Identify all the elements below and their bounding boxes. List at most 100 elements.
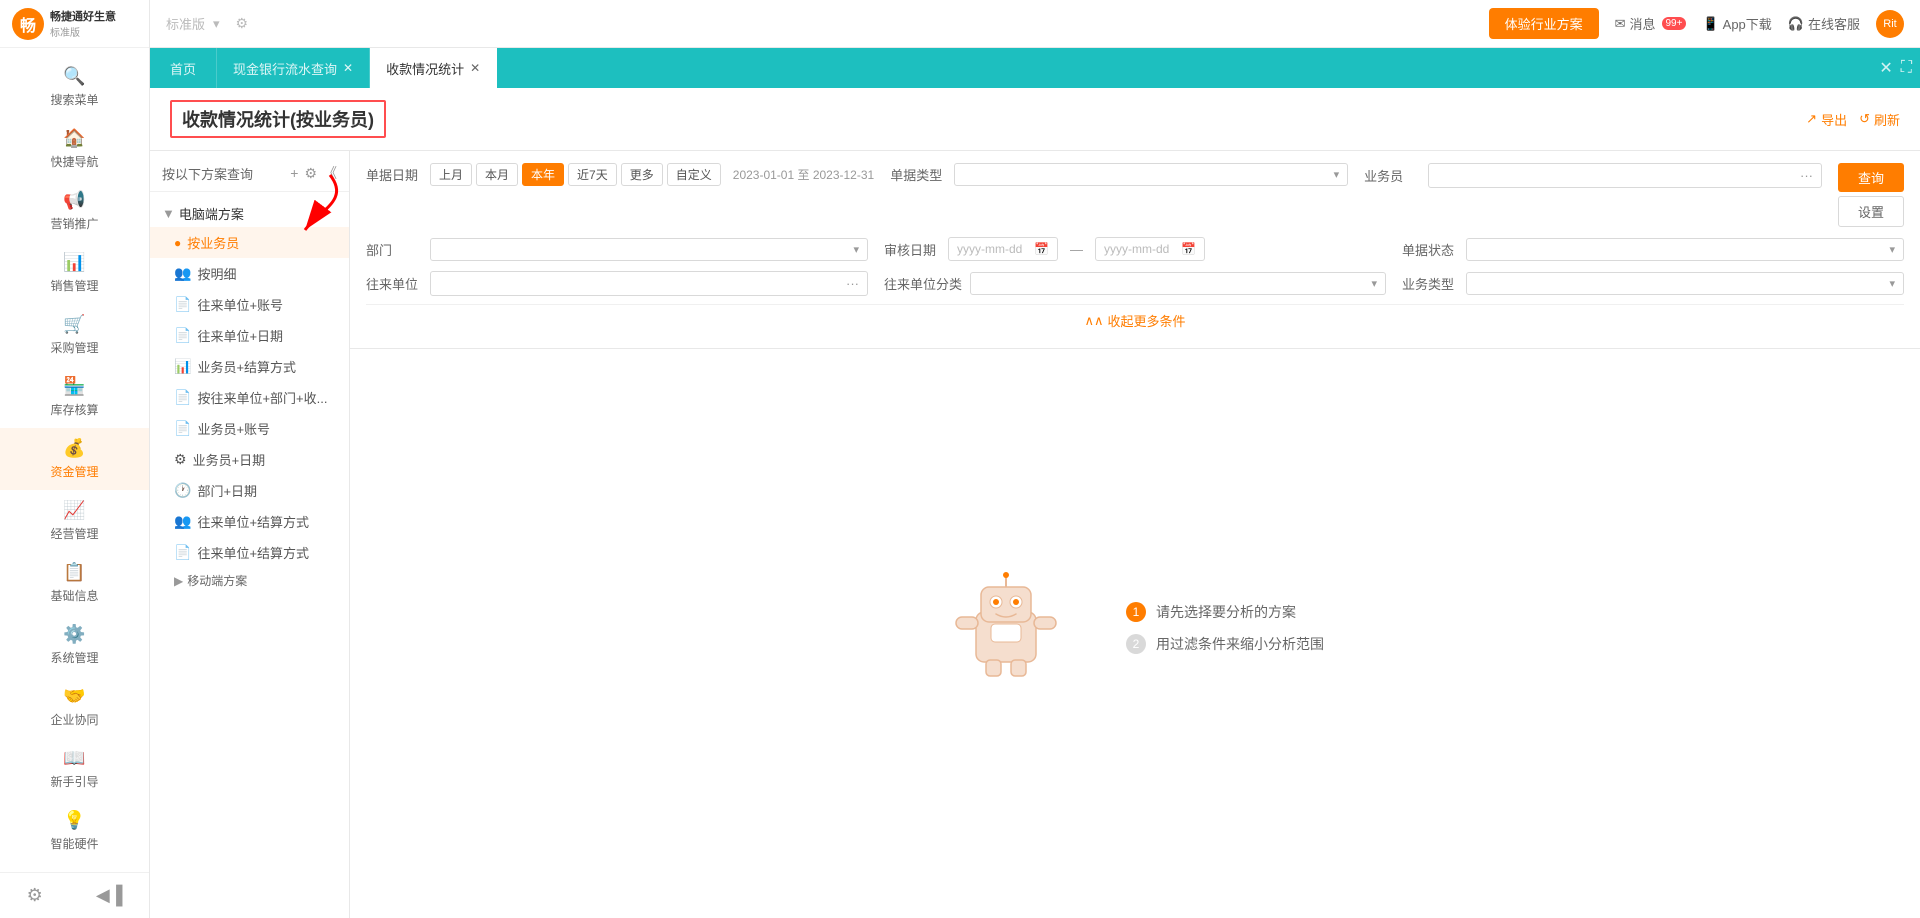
footer-settings-btn[interactable]: ⚙ — [27, 885, 43, 906]
sidebar-item-operation[interactable]: 📈 经营管理 — [0, 490, 149, 552]
page-content: 收款情况统计(按业务员) ↗ 导出 ↺ 刷新 按以下方案查询 — [150, 88, 1920, 918]
tree-item-dept-date[interactable]: 🕐 部门+日期 — [150, 475, 349, 506]
logo-area: 畅 畅捷通好生意 标准版 — [0, 0, 149, 48]
refresh-button[interactable]: ↺ 刷新 — [1859, 110, 1900, 129]
three-dots-partner[interactable]: ··· — [846, 276, 859, 291]
date-btn-this-year[interactable]: 本年 — [522, 163, 564, 186]
doc-type-filter-group: 单据类型 ▾ — [890, 163, 1348, 186]
empty-state: 1 请先选择要分析的方案 2 用过滤条件来缩小分析范围 — [350, 349, 1920, 918]
mobile-section-header[interactable]: ▶ 移动端方案 — [150, 568, 349, 593]
audit-date-start[interactable]: yyyy-mm-dd 📅 — [948, 237, 1058, 261]
sidebar-item-capital[interactable]: 💰 资金管理 — [0, 428, 149, 490]
date-label: 单据日期 — [366, 165, 422, 184]
tab-bank-label: 现金银行流水查询 — [233, 59, 337, 78]
date-btn-more[interactable]: 更多 — [621, 163, 663, 186]
refresh-icon: ↺ — [1859, 111, 1870, 127]
sidebar-item-system[interactable]: ⚙️ 系统管理 — [0, 614, 149, 676]
tab-bank-close[interactable]: ✕ — [343, 61, 353, 75]
tree-item-partner-settle1[interactable]: 👥 往来单位+结算方式 — [150, 506, 349, 537]
collapse-more-btn[interactable]: ∧∧ 收起更多条件 — [366, 304, 1904, 336]
tab-bar: 首页 现金银行流水查询 ✕ 收款情况统计 ✕ ✕ ⛶ — [150, 48, 1920, 88]
tree-item-by-staff[interactable]: ● 按业务员 — [150, 227, 349, 258]
tree-item-partner-settle2[interactable]: 📄 往来单位+结算方式 — [150, 537, 349, 568]
breadcrumb-path: 标准版 — [166, 14, 205, 33]
export-button[interactable]: ↗ 导出 — [1806, 110, 1847, 129]
tab-home-label: 首页 — [170, 59, 196, 78]
marketing-icon: 📢 — [63, 190, 85, 211]
tree-item-staff-settle[interactable]: 📊 业务员+结算方式 — [150, 351, 349, 382]
partner-settle1-icon: 👥 — [174, 513, 191, 530]
sidebar-item-sales[interactable]: 📊 销售管理 — [0, 242, 149, 304]
partner-input[interactable]: ··· — [430, 271, 868, 296]
tab-home[interactable]: 首页 — [150, 48, 217, 88]
biz-type-select[interactable]: ▾ — [1466, 272, 1904, 295]
left-panel-title: 按以下方案查询 — [162, 164, 253, 183]
dept-select[interactable]: ▾ — [430, 238, 868, 261]
partner-category-arrow: ▾ — [1371, 277, 1377, 290]
staff-select[interactable]: ··· — [1428, 163, 1822, 188]
pc-section-header[interactable]: ▼ 电脑端方案 — [150, 200, 349, 227]
sidebar-item-wechat[interactable]: 💬 企业微信 — [0, 862, 149, 872]
sidebar-item-quicknav[interactable]: 🏠 快捷导航 — [0, 118, 149, 180]
page-title-box: 收款情况统计(按业务员) — [170, 100, 386, 138]
three-dots-staff[interactable]: ··· — [1800, 168, 1813, 183]
sidebar-item-search[interactable]: 🔍 搜索菜单 — [0, 56, 149, 118]
settings-button[interactable]: 设置 — [1838, 196, 1904, 227]
dept-date-icon: 🕐 — [174, 482, 191, 499]
doc-status-select[interactable]: ▾ — [1466, 238, 1904, 261]
trial-button[interactable]: 体验行业方案 — [1489, 8, 1599, 39]
footer-collapse-btn[interactable]: ◀▐ — [96, 885, 123, 906]
add-scheme-btn[interactable]: + — [290, 165, 298, 181]
audit-date-filter-group: 审核日期 yyyy-mm-dd 📅 — yyyy-mm-dd 📅 — [884, 237, 1386, 261]
gear-settings-icon[interactable]: ⚙ — [236, 15, 249, 32]
date-btn-7days[interactable]: 近7天 — [568, 163, 617, 186]
panel-collapse-btn[interactable]: 《 — [323, 163, 337, 183]
tree-item-staff-date[interactable]: ⚙ 业务员+日期 — [150, 444, 349, 475]
main-area: 标准版 ▾ ⚙ 体验行业方案 ✉ 消息 99+ 📱 App下载 🎧 在线客服 — [150, 0, 1920, 918]
sidebar-item-inventory[interactable]: 🏪 库存核算 — [0, 366, 149, 428]
tree-item-staff-account[interactable]: 📄 业务员+账号 — [150, 413, 349, 444]
partner-category-select[interactable]: ▾ — [970, 272, 1386, 295]
date-btn-custom[interactable]: 自定义 — [667, 163, 721, 186]
query-button[interactable]: 查询 — [1838, 163, 1904, 192]
filter-action-buttons: 查询 设置 — [1838, 163, 1904, 227]
sidebar-item-basic[interactable]: 📋 基础信息 — [0, 552, 149, 614]
sidebar-item-guide[interactable]: 📖 新手引导 — [0, 738, 149, 800]
sidebar-item-hardware[interactable]: 💡 智能硬件 — [0, 800, 149, 862]
tree-item-partner-dept-recv[interactable]: 📄 按往来单位+部门+收... — [150, 382, 349, 413]
tree-item-by-detail[interactable]: 👥 按明细 — [150, 258, 349, 289]
purchase-icon: 🛒 — [63, 314, 85, 335]
user-avatar[interactable]: Rit — [1876, 10, 1904, 38]
date-btn-this-month[interactable]: 本月 — [476, 163, 518, 186]
date-btn-last-month[interactable]: 上月 — [430, 163, 472, 186]
staff-settle-icon: 📊 — [174, 358, 191, 375]
online-service-item[interactable]: 🎧 在线客服 — [1788, 14, 1860, 33]
logo-text: 畅捷通好生意 标准版 — [50, 8, 116, 39]
message-item[interactable]: ✉ 消息 99+ — [1615, 14, 1687, 33]
page-title: 收款情况统计(按业务员) — [182, 110, 374, 130]
filter-area: 单据日期 上月 本月 本年 近7天 更多 自定义 2023-01-01 至 20… — [350, 151, 1920, 349]
sidebar-item-marketing[interactable]: 📢 营销推广 — [0, 180, 149, 242]
audit-date-end[interactable]: yyyy-mm-dd 📅 — [1095, 237, 1205, 261]
empty-steps: 1 请先选择要分析的方案 2 用过滤条件来缩小分析范围 — [1126, 602, 1324, 666]
sidebar-item-enterprise[interactable]: 🤝 企业协同 — [0, 676, 149, 738]
tab-receipt[interactable]: 收款情况统计 ✕ — [370, 48, 497, 88]
inventory-icon: 🏪 — [63, 376, 85, 397]
app-download-item[interactable]: 📱 App下载 — [1702, 14, 1771, 33]
tab-receipt-close[interactable]: ✕ — [470, 61, 480, 75]
tab-close-all-btn[interactable]: ✕ — [1879, 58, 1892, 78]
date-quick-buttons: 上月 本月 本年 近7天 更多 自定义 — [430, 163, 721, 186]
scheme-settings-btn[interactable]: ⚙ — [304, 165, 317, 182]
dept-arrow: ▾ — [853, 243, 859, 256]
right-panel: 单据日期 上月 本月 本年 近7天 更多 自定义 2023-01-01 至 20… — [350, 151, 1920, 918]
header-dropdown-icon[interactable]: ▾ — [213, 16, 220, 32]
tab-bank[interactable]: 现金银行流水查询 ✕ — [217, 48, 370, 88]
biz-type-filter-group: 业务类型 ▾ — [1402, 272, 1904, 295]
doc-type-select[interactable]: ▾ — [954, 163, 1348, 186]
step-2-num: 2 — [1126, 634, 1146, 654]
sidebar-item-purchase[interactable]: 🛒 采购管理 — [0, 304, 149, 366]
tab-fullscreen-btn[interactable]: ⛶ — [1901, 59, 1912, 77]
tree-item-partner-account[interactable]: 📄 往来单位+账号 — [150, 289, 349, 320]
audit-date-label: 审核日期 — [884, 240, 940, 259]
tree-item-partner-date[interactable]: 📄 往来单位+日期 — [150, 320, 349, 351]
